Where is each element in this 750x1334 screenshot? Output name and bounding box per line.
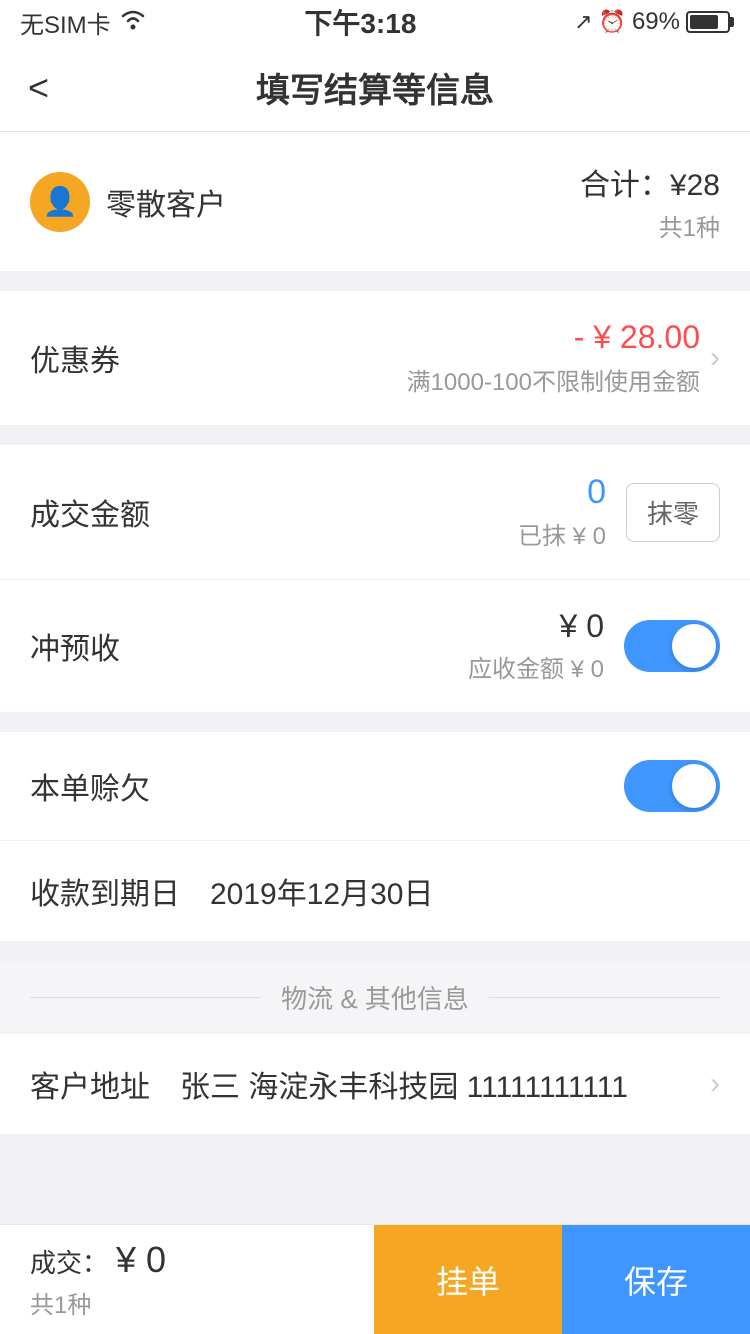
content: 👤 零散客户 合计：¥28 共1种 优惠券 - ¥ 28.00 满1000-10… [0, 132, 750, 1254]
chong-right-area: ¥ 0 应收金额 ¥ 0 [468, 608, 720, 684]
back-button[interactable]: < [28, 67, 49, 109]
logistics-section: 物流 & 其他信息 客户地址 张三 海淀永丰科技园 11111111111 › [0, 961, 750, 1134]
coupon-value-area: - ¥ 28.00 满1000-100不限制使用金额 [407, 319, 700, 397]
chong-value: ¥ 0 [468, 608, 604, 645]
chong-value-area: ¥ 0 应收金额 ¥ 0 [468, 608, 604, 684]
chong-toggle[interactable] [624, 620, 720, 672]
chong-sub: 应收金额 ¥ 0 [468, 649, 604, 684]
address-row[interactable]: 客户地址 张三 海淀永丰科技园 11111111111 › [0, 1034, 750, 1134]
bottom-info: 成交： ¥ 0 共1种 [0, 1239, 374, 1320]
address-value: 张三 海淀永丰科技园 11111111111 [180, 1062, 700, 1106]
sheqian-row: 本单赊欠 [0, 732, 750, 840]
bottom-bar: 成交： ¥ 0 共1种 挂单 保存 [0, 1224, 750, 1334]
due-date-label: 收款到期日 [30, 869, 180, 913]
bottom-count: 共1种 [30, 1285, 344, 1320]
battery-icon [686, 11, 730, 33]
deal-amount-value: 0 [587, 473, 606, 511]
deal-value-col: 0 已抹 ¥ 0 [518, 473, 606, 551]
bottom-deal-row: 成交： ¥ 0 [30, 1239, 344, 1281]
alarm-icon: ⏰ [599, 9, 626, 35]
logistics-header: 物流 & 其他信息 [0, 961, 750, 1034]
bottom-deal-amount: ¥ 0 [116, 1239, 166, 1281]
logistics-line-right [489, 997, 720, 998]
coupon-arrow-icon: › [710, 341, 720, 375]
deal-section: 成交金额 0 已抹 ¥ 0 抹零 冲预收 ¥ 0 应收金额 ¥ 0 [0, 445, 750, 712]
total-count: 共1种 [580, 208, 720, 243]
bottom-btn-group: 挂单 保存 [374, 1225, 750, 1334]
coupon-discount: - ¥ 28.00 [574, 319, 700, 356]
chong-yushou-row: 冲预收 ¥ 0 应收金额 ¥ 0 [0, 579, 750, 712]
due-date-value: 2019年12月30日 [210, 869, 433, 913]
address-arrow-icon: › [710, 1067, 720, 1101]
sheqian-section: 本单赊欠 收款到期日 2019年12月30日 [0, 732, 750, 941]
page-title: 填写结算等信息 [256, 63, 494, 112]
hang-button[interactable]: 挂单 [374, 1225, 562, 1334]
status-time: 下午3:18 [304, 2, 416, 42]
deal-right: 0 已抹 ¥ 0 抹零 [518, 473, 720, 551]
logistics-line-left [30, 997, 261, 998]
bottom-deal-label: 成交： [30, 1243, 108, 1280]
save-button[interactable]: 保存 [562, 1225, 750, 1334]
coupon-section[interactable]: 优惠券 - ¥ 28.00 满1000-100不限制使用金额 › [0, 291, 750, 425]
coupon-label: 优惠券 [30, 336, 120, 380]
customer-row: 👤 零散客户 合计：¥28 共1种 [0, 132, 750, 271]
battery-fill [690, 15, 718, 29]
customer-name: 零散客户 [106, 180, 226, 224]
status-left: 无SIM卡 [20, 5, 147, 40]
battery-percent: 69% [632, 8, 680, 36]
due-date-row: 收款到期日 2019年12月30日 [0, 840, 750, 941]
address-label: 客户地址 [30, 1062, 150, 1106]
status-bar: 无SIM卡 下午3:18 ↗ ⏰ 69% [0, 0, 750, 44]
round-zero-button[interactable]: 抹零 [626, 483, 720, 542]
sheqian-toggle-knob [672, 764, 716, 808]
sim-text: 无SIM卡 [20, 5, 111, 40]
coupon-desc: 满1000-100不限制使用金额 [407, 362, 700, 397]
deal-amount-row: 成交金额 0 已抹 ¥ 0 抹零 [0, 445, 750, 579]
coupon-right: - ¥ 28.00 满1000-100不限制使用金额 › [407, 319, 720, 397]
deal-amount-label: 成交金额 [30, 490, 150, 534]
customer-section: 👤 零散客户 合计：¥28 共1种 [0, 132, 750, 271]
nav-bar: < 填写结算等信息 [0, 44, 750, 132]
location-icon: ↗ [574, 9, 592, 35]
sheqian-toggle[interactable] [624, 760, 720, 812]
toggle-knob [672, 624, 716, 668]
logistics-text: 物流 & 其他信息 [261, 979, 489, 1016]
chong-label: 冲预收 [30, 624, 120, 668]
sheqian-label: 本单赊欠 [30, 764, 150, 808]
wifi-icon [119, 8, 147, 37]
customer-left: 👤 零散客户 [30, 172, 226, 232]
customer-right: 合计：¥28 共1种 [580, 160, 720, 243]
coupon-row[interactable]: 优惠券 - ¥ 28.00 满1000-100不限制使用金额 › [0, 291, 750, 425]
customer-avatar: 👤 [30, 172, 90, 232]
deal-amount-sub: 已抹 ¥ 0 [518, 516, 606, 551]
avatar-icon: 👤 [43, 185, 78, 218]
total-amount: 合计：¥28 [580, 160, 720, 204]
status-right: ↗ ⏰ 69% [574, 8, 730, 36]
